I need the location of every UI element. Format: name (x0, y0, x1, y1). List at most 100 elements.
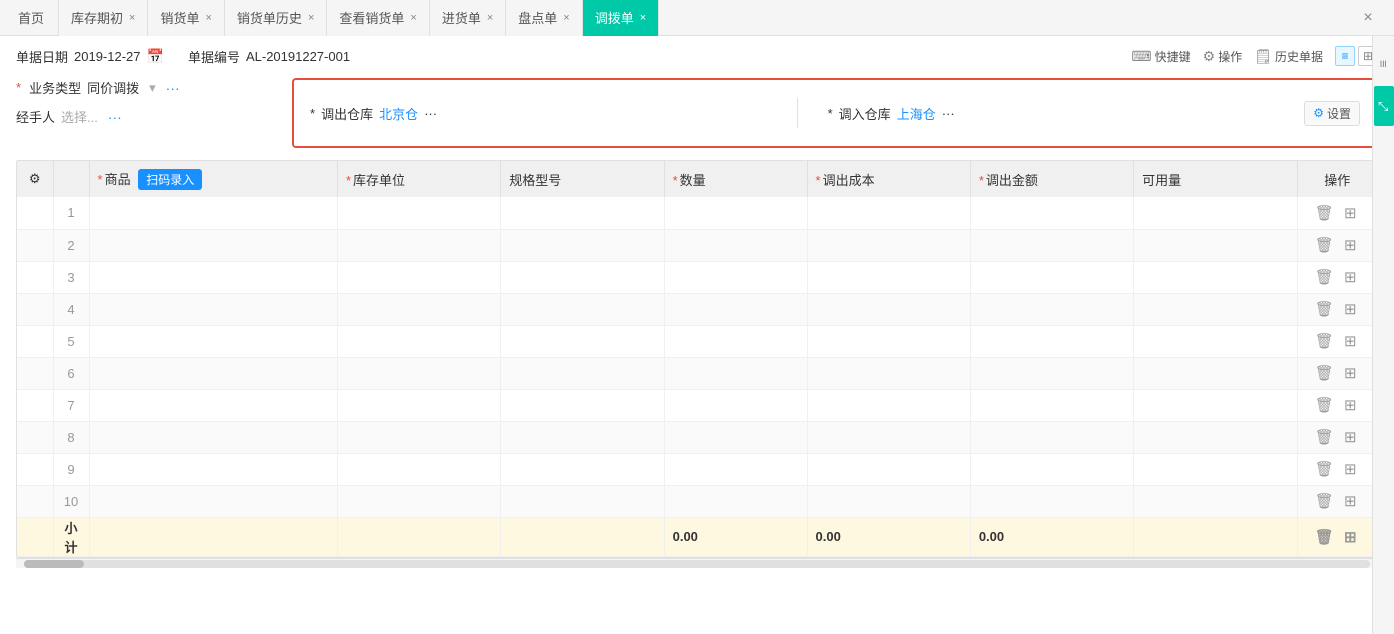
unit-cell[interactable] (337, 389, 500, 421)
spec-cell[interactable] (501, 293, 664, 325)
qty-cell[interactable] (664, 325, 807, 357)
qty-cell[interactable] (664, 453, 807, 485)
setting-button[interactable]: ⚙ 设置 (1304, 101, 1360, 126)
sidebar-expand-icon[interactable]: ⤢ (1374, 86, 1394, 126)
biz-type-value[interactable]: 同价调拨 (87, 78, 139, 97)
biz-type-more[interactable]: ··· (166, 80, 180, 96)
spec-cell[interactable] (501, 517, 664, 556)
copy-row-icon[interactable]: ⊞ (1340, 427, 1360, 447)
in-warehouse-value[interactable]: 上海仓 (897, 104, 936, 123)
tab-inventory-count[interactable]: 盘点单 × (506, 0, 582, 36)
qty-cell[interactable] (664, 421, 807, 453)
scroll-thumb[interactable] (24, 560, 84, 568)
qty-cell[interactable] (664, 485, 807, 517)
delete-row-icon[interactable]: 🗑 (1314, 491, 1334, 511)
delete-row-icon[interactable]: 🗑 (1314, 427, 1334, 447)
unit-cell[interactable] (337, 357, 500, 389)
layout-list-icon[interactable]: ≡ (1335, 46, 1355, 66)
operations-action[interactable]: ⚙ 操作 (1203, 48, 1243, 65)
shortcuts-action[interactable]: ⌨ 快捷键 (1131, 48, 1190, 65)
spec-cell[interactable] (501, 485, 664, 517)
amount-cell[interactable] (970, 293, 1133, 325)
tab-view-sales-close[interactable]: × (410, 12, 416, 24)
tab-home[interactable]: 首页 (4, 0, 59, 36)
tab-sales-history[interactable]: 销货单历史 × (225, 0, 327, 36)
tab-purchase-close[interactable]: × (487, 12, 493, 24)
tab-transfer-close[interactable]: × (640, 12, 646, 24)
spec-cell[interactable] (501, 229, 664, 261)
goods-cell[interactable] (89, 197, 337, 229)
history-action[interactable]: 🗒 历史单据 (1254, 48, 1323, 65)
qty-cell[interactable] (664, 229, 807, 261)
copy-row-icon[interactable]: ⊞ (1340, 395, 1360, 415)
close-window-button[interactable]: × (1354, 4, 1382, 32)
delete-row-icon[interactable]: 🗑 (1314, 459, 1334, 479)
unit-cell[interactable] (337, 453, 500, 485)
goods-cell[interactable] (89, 357, 337, 389)
qty-cell[interactable]: 0.00 (664, 517, 807, 556)
out-warehouse-more[interactable]: ··· (424, 106, 437, 121)
out-warehouse-value[interactable]: 北京仓 (379, 104, 418, 123)
tab-inventory-init-close[interactable]: × (129, 12, 135, 24)
unit-cell[interactable] (337, 293, 500, 325)
cost-cell[interactable]: 0.00 (807, 517, 970, 556)
goods-cell[interactable] (89, 325, 337, 357)
tab-view-sales[interactable]: 查看销货单 × (327, 0, 429, 36)
biz-type-dropdown[interactable]: ▾ (149, 80, 156, 96)
spec-cell[interactable] (501, 261, 664, 293)
in-warehouse-more[interactable]: ··· (942, 106, 955, 121)
qty-cell[interactable] (664, 261, 807, 293)
qty-cell[interactable] (664, 197, 807, 229)
amount-cell[interactable] (970, 453, 1133, 485)
scroll-area[interactable] (16, 558, 1378, 568)
spec-cell[interactable] (501, 421, 664, 453)
copy-row-icon[interactable]: ⊞ (1340, 299, 1360, 319)
tab-purchase[interactable]: 进货单 × (430, 0, 506, 36)
copy-row-icon[interactable]: ⊞ (1340, 363, 1360, 383)
amount-cell[interactable] (970, 197, 1133, 229)
amount-cell[interactable] (970, 261, 1133, 293)
cost-cell[interactable] (807, 453, 970, 485)
delete-row-icon[interactable]: 🗑 (1314, 235, 1334, 255)
unit-cell[interactable] (337, 197, 500, 229)
handler-more[interactable]: ··· (108, 109, 122, 125)
cost-cell[interactable] (807, 229, 970, 261)
cost-cell[interactable] (807, 485, 970, 517)
goods-cell[interactable] (89, 229, 337, 261)
delete-row-icon[interactable]: 🗑 (1314, 395, 1334, 415)
delete-row-icon[interactable]: 🗑 (1314, 267, 1334, 287)
copy-row-icon[interactable]: ⊞ (1340, 491, 1360, 511)
amount-cell[interactable] (970, 421, 1133, 453)
goods-cell[interactable] (89, 485, 337, 517)
cost-cell[interactable] (807, 325, 970, 357)
spec-cell[interactable] (501, 389, 664, 421)
amount-cell[interactable] (970, 389, 1133, 421)
unit-cell[interactable] (337, 325, 500, 357)
delete-row-icon[interactable]: 🗑 (1314, 331, 1334, 351)
copy-row-icon[interactable]: ⊞ (1340, 459, 1360, 479)
calendar-icon[interactable]: 📅 (147, 48, 164, 65)
amount-cell[interactable] (970, 229, 1133, 261)
delete-row-icon[interactable]: 🗑 (1314, 363, 1334, 383)
qty-cell[interactable] (664, 293, 807, 325)
tab-transfer[interactable]: 调拨单 × (583, 0, 659, 36)
cost-cell[interactable] (807, 197, 970, 229)
spec-cell[interactable] (501, 197, 664, 229)
delete-row-icon[interactable]: 🗑 (1314, 203, 1334, 223)
amount-cell[interactable]: 0.00 (970, 517, 1133, 556)
unit-cell[interactable] (337, 421, 500, 453)
delete-row-icon[interactable]: 🗑 (1314, 299, 1334, 319)
copy-row-icon[interactable]: ⊞ (1340, 203, 1360, 223)
cost-cell[interactable] (807, 421, 970, 453)
tab-sales-order[interactable]: 销货单 × (148, 0, 224, 36)
goods-cell[interactable] (89, 261, 337, 293)
amount-cell[interactable] (970, 485, 1133, 517)
spec-cell[interactable] (501, 357, 664, 389)
unit-cell[interactable] (337, 485, 500, 517)
qty-cell[interactable] (664, 389, 807, 421)
th-settings[interactable]: ⚙ (17, 161, 53, 197)
delete-row-icon[interactable]: 🗑 (1314, 527, 1334, 547)
cost-cell[interactable] (807, 389, 970, 421)
unit-cell[interactable] (337, 229, 500, 261)
copy-row-icon[interactable]: ⊞ (1340, 267, 1360, 287)
